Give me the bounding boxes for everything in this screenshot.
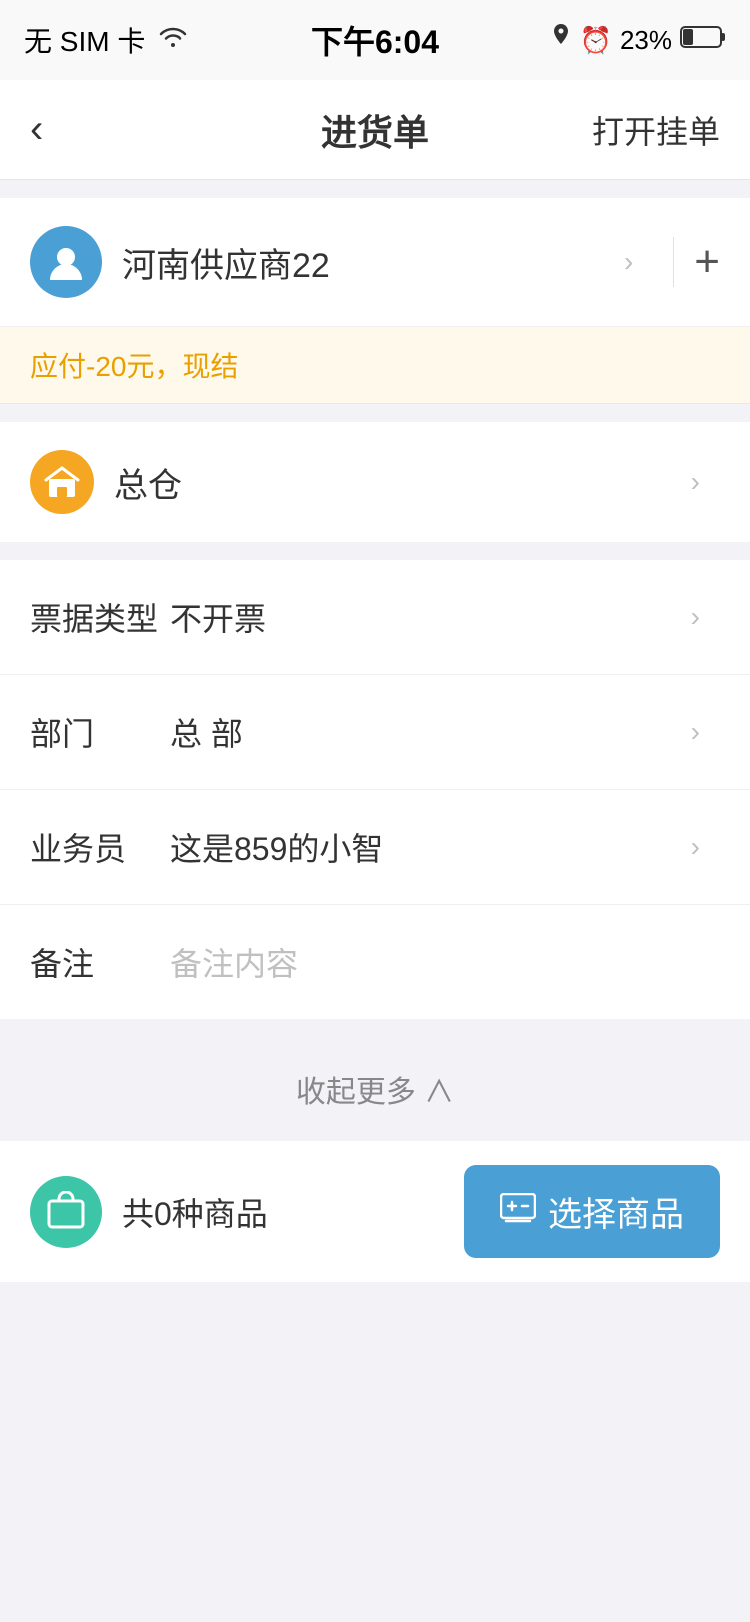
warehouse-icon xyxy=(30,450,94,514)
select-product-icon xyxy=(500,1193,536,1231)
select-product-label: 选择商品 xyxy=(548,1187,684,1236)
department-label: 部门 xyxy=(30,709,170,755)
supplier-name: 河南供应商22 xyxy=(122,238,624,287)
warehouse-row[interactable]: 总仓 › xyxy=(0,422,750,542)
salesperson-label: 业务员 xyxy=(30,824,170,870)
invoice-type-value: 不开票 xyxy=(170,594,691,640)
invoice-type-chevron: › xyxy=(691,601,700,633)
page-title: 进货单 xyxy=(321,104,429,156)
back-button[interactable]: ‹ xyxy=(30,107,43,152)
alarm-icon: ⏰ xyxy=(580,25,612,56)
open-pending-button[interactable]: 打开挂单 xyxy=(592,107,720,153)
collapse-label[interactable]: 收起更多 ∧ xyxy=(296,1067,454,1111)
warehouse-section: 总仓 › xyxy=(0,422,750,542)
battery-icon xyxy=(680,25,726,56)
status-bar: 无 SIM 卡 下午6:04 ⏰ 23% xyxy=(0,0,750,80)
supplier-notice: 应付-20元，现结 xyxy=(0,327,750,404)
spacer-1 xyxy=(0,180,750,198)
product-icon xyxy=(30,1176,102,1248)
supplier-avatar xyxy=(30,226,102,298)
status-time: 下午6:04 xyxy=(311,17,439,63)
remark-input[interactable]: 备注内容 xyxy=(170,939,720,985)
remaining-background xyxy=(0,1282,750,1622)
supplier-row[interactable]: 河南供应商22 › + xyxy=(0,198,750,327)
battery-label: 23% xyxy=(620,25,672,56)
invoice-type-row[interactable]: 票据类型 不开票 › xyxy=(0,560,750,675)
remark-row[interactable]: 备注 备注内容 xyxy=(0,905,750,1019)
supplier-divider xyxy=(673,237,674,287)
add-supplier-icon[interactable]: + xyxy=(694,237,720,287)
department-row[interactable]: 部门 总 部 › xyxy=(0,675,750,790)
bottom-bar: 共0种商品 选择商品 xyxy=(0,1141,750,1282)
select-product-button[interactable]: 选择商品 xyxy=(464,1165,720,1258)
supplier-section: 河南供应商22 › + 应付-20元，现结 xyxy=(0,198,750,404)
warehouse-chevron-icon: › xyxy=(691,466,700,498)
warehouse-name: 总仓 xyxy=(114,458,691,507)
supplier-chevron-icon: › xyxy=(624,246,633,278)
salesperson-row[interactable]: 业务员 这是859的小智 › xyxy=(0,790,750,905)
salesperson-chevron: › xyxy=(691,831,700,863)
invoice-type-label: 票据类型 xyxy=(30,594,170,640)
product-count: 共0种商品 xyxy=(122,1189,464,1235)
collapse-section[interactable]: 收起更多 ∧ xyxy=(0,1037,750,1141)
status-left: 无 SIM 卡 xyxy=(24,20,189,60)
status-right: ⏰ 23% xyxy=(550,24,726,57)
nav-bar: ‹ 进货单 打开挂单 xyxy=(0,80,750,180)
form-section: 票据类型 不开票 › 部门 总 部 › 业务员 这是859的小智 › 备注 备注… xyxy=(0,560,750,1019)
wifi-icon xyxy=(157,25,189,56)
carrier-label: 无 SIM 卡 xyxy=(24,20,145,60)
department-chevron: › xyxy=(691,716,700,748)
remark-label: 备注 xyxy=(30,939,170,985)
location-icon xyxy=(550,24,572,57)
salesperson-value: 这是859的小智 xyxy=(170,824,691,870)
department-value: 总 部 xyxy=(170,709,691,755)
